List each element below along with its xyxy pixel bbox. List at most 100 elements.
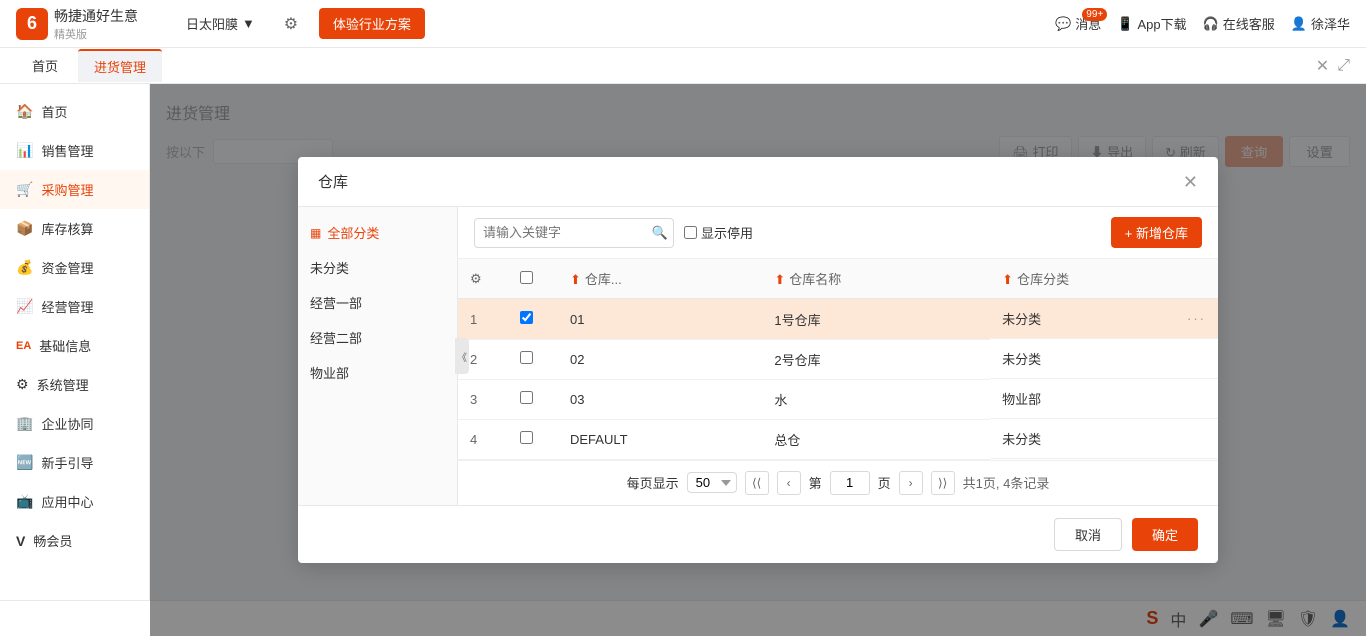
vip-icon: V — [16, 533, 25, 549]
inventory-icon: 📦 — [16, 220, 33, 237]
cell-checkbox[interactable] — [508, 419, 558, 459]
table-toolbar: 🔍 显示停用 + 新增仓库 — [458, 207, 1218, 259]
sales-icon: 📊 — [16, 142, 33, 159]
message-badge: 99+ — [1082, 8, 1107, 21]
trial-button[interactable]: 体验行业方案 — [319, 8, 425, 39]
category-item-property[interactable]: 物业部 — [298, 355, 457, 390]
main-layout: 🏠 首页 📊 销售管理 🛒 采购管理 📦 库存核算 💰 资金管理 📈 经营管理 … — [0, 84, 1366, 636]
app-download-label: App下载 — [1137, 14, 1186, 33]
row-menu-icon[interactable]: ··· — [1187, 311, 1206, 326]
dialog-body: ▦ 全部分类 未分类 经营一部 经营二部 物业部 《 — [298, 207, 1218, 505]
enterprise-icon: 🏢 — [16, 415, 33, 432]
cell-num: 4 — [458, 419, 508, 459]
sidebar-item-sales[interactable]: 📊 销售管理 — [0, 131, 149, 170]
cancel-button[interactable]: 取消 — [1054, 518, 1122, 551]
tab-purchase[interactable]: 进货管理 — [78, 49, 162, 82]
app-download-item[interactable]: 📱 App下载 — [1117, 14, 1186, 33]
row-checkbox[interactable] — [520, 391, 533, 404]
page-number-input[interactable] — [830, 471, 870, 495]
table-header-row: ⚙ ⬆仓库... — [458, 259, 1218, 299]
th-checkbox — [508, 259, 558, 299]
category-item-ops2[interactable]: 经营二部 — [298, 320, 457, 355]
cell-category: 未分类 — [990, 339, 1218, 379]
store-name: 日太阳膜 — [186, 14, 238, 33]
per-page-label: 每页显示 — [627, 473, 679, 492]
category-collapse-button[interactable]: 《 — [455, 338, 469, 374]
dropdown-arrow-icon: ▼ — [242, 16, 255, 31]
message-item[interactable]: 💬 消息 99+ — [1055, 14, 1101, 33]
row-checkbox[interactable] — [520, 431, 533, 444]
sidebar-item-system[interactable]: ⚙ 系统管理 — [0, 365, 149, 404]
sidebar-item-newbie[interactable]: 🆕 新手引导 — [0, 443, 149, 482]
page-last-button[interactable]: ⟩⟩ — [931, 471, 955, 495]
store-selector[interactable]: 日太阳膜 ▼ — [178, 10, 263, 37]
page-first-button[interactable]: ⟨⟨ — [745, 471, 769, 495]
sidebar-label-home: 首页 — [41, 102, 67, 121]
cell-name: 总仓 — [762, 419, 990, 459]
category-item-ops1[interactable]: 经营一部 — [298, 285, 457, 320]
close-tab-icon[interactable]: ✕ — [1316, 56, 1329, 76]
online-service-item[interactable]: 🎧 在线客服 — [1203, 14, 1275, 33]
th-category: ⬆仓库分类 — [990, 259, 1218, 299]
search-wrap: 🔍 — [474, 218, 674, 248]
sidebar-label-finance: 资金管理 — [41, 258, 93, 277]
user-item[interactable]: 👤 徐泽华 — [1291, 14, 1350, 33]
cell-category: 物业部 — [990, 379, 1218, 419]
row-checkbox[interactable] — [520, 351, 533, 364]
th-settings: ⚙ — [458, 259, 508, 299]
total-info: 共1页, 4条记录 — [963, 473, 1050, 492]
cell-name: 2号仓库 — [762, 339, 990, 379]
cell-code: 01 — [558, 299, 762, 340]
logo-area: 6 畅捷通好生意 精英版 — [16, 6, 166, 42]
tab-home[interactable]: 首页 — [16, 50, 74, 81]
category-all-label: 全部分类 — [327, 223, 379, 242]
cell-name: 1号仓库 — [762, 299, 990, 340]
show-disabled-label: 显示停用 — [701, 223, 753, 242]
dialog-title: 仓库 — [318, 171, 348, 192]
top-header: 6 畅捷通好生意 精英版 日太阳膜 ▼ ⚙ 体验行业方案 💬 消息 99+ 📱 … — [0, 0, 1366, 48]
sidebar-item-vip[interactable]: V 畅会员 — [0, 521, 149, 560]
sidebar-label-apps: 应用中心 — [41, 492, 93, 511]
sidebar-item-basic[interactable]: EA 基础信息 — [0, 326, 149, 365]
category-panel: ▦ 全部分类 未分类 经营一部 经营二部 物业部 《 — [298, 207, 458, 505]
sidebar-item-finance[interactable]: 💰 资金管理 — [0, 248, 149, 287]
sidebar-item-operation[interactable]: 📈 经营管理 — [0, 287, 149, 326]
header-right: 💬 消息 99+ 📱 App下载 🎧 在线客服 👤 徐泽华 — [1055, 14, 1350, 33]
cell-checkbox[interactable] — [508, 299, 558, 340]
category-item-unclassified[interactable]: 未分类 — [298, 250, 457, 285]
content-area: 进货管理 按以下 🖨 打印 ⬇ 导出 ↻ 刷新 查询 设置 仓库 ✕ — [150, 84, 1366, 636]
sidebar-item-inventory[interactable]: 📦 库存核算 — [0, 209, 149, 248]
new-warehouse-button[interactable]: + 新增仓库 — [1111, 217, 1202, 248]
select-all-checkbox[interactable] — [520, 271, 533, 284]
sidebar-item-enterprise[interactable]: 🏢 企业协同 — [0, 404, 149, 443]
cell-checkbox[interactable] — [508, 379, 558, 419]
sidebar-item-purchase[interactable]: 🛒 采购管理 — [0, 170, 149, 209]
sidebar-item-home[interactable]: 🏠 首页 — [0, 92, 149, 131]
online-service-label: 在线客服 — [1223, 14, 1275, 33]
cell-num: 3 — [458, 379, 508, 419]
table-row[interactable]: 1 01 1号仓库 未分类··· — [458, 299, 1218, 340]
avatar-icon: 👤 — [1291, 16, 1307, 32]
table-row[interactable]: 2 02 2号仓库 未分类 — [458, 339, 1218, 379]
show-disabled-checkbox[interactable] — [684, 226, 697, 239]
table-row[interactable]: 3 03 水 物业部 — [458, 379, 1218, 419]
cell-code: 03 — [558, 379, 762, 419]
sidebar-item-apps[interactable]: 📺 应用中心 — [0, 482, 149, 521]
expand-tab-icon[interactable]: ⤢ — [1337, 57, 1350, 75]
cell-checkbox[interactable] — [508, 339, 558, 379]
row-checkbox[interactable] — [520, 311, 533, 324]
per-page-select[interactable]: 50 100 200 — [687, 472, 737, 493]
dialog-close-button[interactable]: ✕ — [1183, 173, 1198, 191]
settings-icon[interactable]: ⚙ — [275, 8, 307, 40]
table-row[interactable]: 4 DEFAULT 总仓 未分类 — [458, 419, 1218, 459]
search-input[interactable] — [474, 218, 674, 248]
confirm-button[interactable]: 确定 — [1132, 518, 1198, 551]
user-name: 徐泽华 — [1311, 14, 1350, 33]
apps-icon: 📺 — [16, 493, 33, 510]
edition-label: 精英版 — [54, 26, 138, 42]
page-prev-button[interactable]: ‹ — [777, 471, 801, 495]
search-icon[interactable]: 🔍 — [652, 225, 668, 241]
operation-icon: 📈 — [16, 298, 33, 315]
page-next-button[interactable]: › — [899, 471, 923, 495]
category-header[interactable]: ▦ 全部分类 — [298, 215, 457, 250]
